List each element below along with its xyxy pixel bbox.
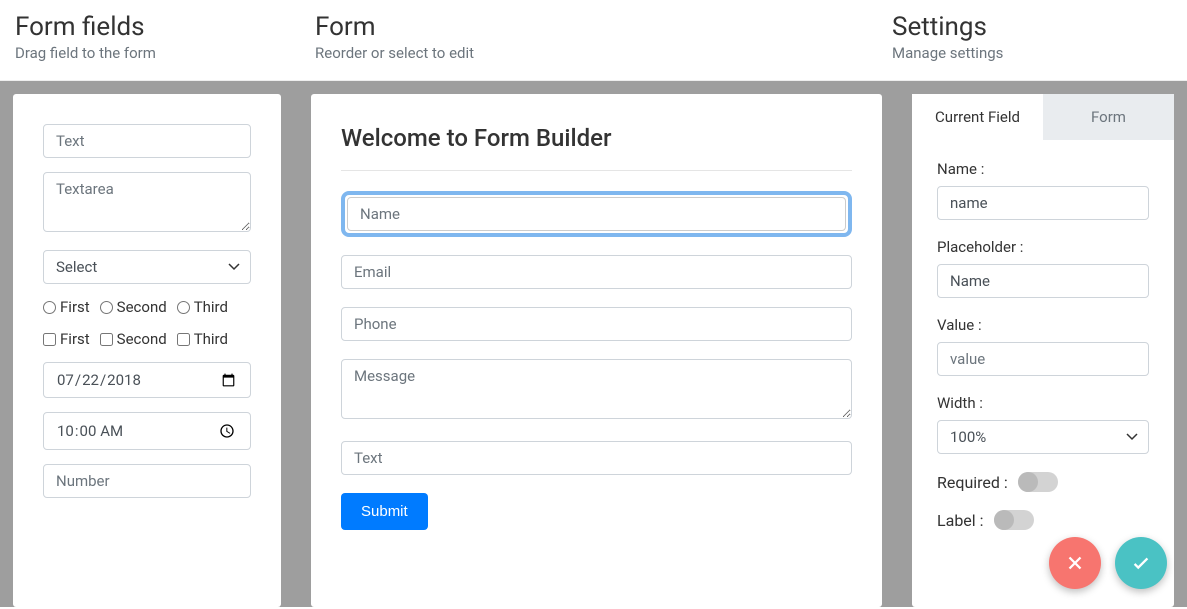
setting-width-select[interactable]: 100%: [937, 420, 1149, 454]
field-palette: Select First Second Third First Second T…: [13, 94, 281, 607]
palette-radio-group[interactable]: First Second Third: [43, 298, 251, 316]
submit-button[interactable]: Submit: [341, 493, 428, 530]
palette-check-1[interactable]: [43, 333, 56, 346]
setting-name-input[interactable]: [937, 186, 1149, 220]
form-field-phone[interactable]: [341, 307, 852, 341]
confirm-button[interactable]: [1115, 537, 1167, 589]
email-input[interactable]: [341, 255, 852, 289]
name-input[interactable]: [347, 197, 846, 231]
tab-current-field[interactable]: Current Field: [912, 94, 1043, 140]
setting-label-label: Label :: [937, 511, 984, 530]
palette-text-field[interactable]: [43, 124, 251, 158]
form-canvas: Welcome to Form Builder Submit: [311, 94, 882, 607]
palette-check-group[interactable]: First Second Third: [43, 330, 251, 348]
setting-required-label: Required :: [937, 473, 1008, 492]
close-icon: [1064, 552, 1086, 574]
form-field-message[interactable]: [341, 359, 852, 423]
settings-header-sub: Manage settings: [892, 44, 1172, 62]
check-icon: [1130, 552, 1152, 574]
setting-value-label: Value :: [937, 316, 1149, 334]
fields-header-title: Form fields: [15, 12, 315, 42]
palette-radio-3[interactable]: [177, 301, 190, 314]
setting-width-label: Width :: [937, 394, 1149, 412]
form-title: Welcome to Form Builder: [341, 124, 852, 152]
setting-name-label: Name :: [937, 160, 1149, 178]
palette-textarea-field[interactable]: [43, 172, 251, 232]
form-header-title: Form: [315, 12, 892, 42]
palette-number-field[interactable]: [43, 464, 251, 498]
form-header-sub: Reorder or select to edit: [315, 44, 892, 62]
fields-header-sub: Drag field to the form: [15, 44, 315, 62]
setting-placeholder-input[interactable]: [937, 264, 1149, 298]
phone-input[interactable]: [341, 307, 852, 341]
tab-form[interactable]: Form: [1043, 94, 1174, 140]
form-field-name[interactable]: [341, 191, 852, 237]
setting-required-toggle[interactable]: [1018, 472, 1058, 492]
palette-radio-1[interactable]: [43, 301, 56, 314]
setting-label-toggle[interactable]: [994, 510, 1034, 530]
form-divider: [341, 170, 852, 171]
setting-placeholder-label: Placeholder :: [937, 238, 1149, 256]
message-input[interactable]: [341, 359, 852, 419]
palette-radio-2[interactable]: [100, 301, 113, 314]
form-field-email[interactable]: [341, 255, 852, 289]
cancel-button[interactable]: [1049, 537, 1101, 589]
settings-panel: Current Field Form Name : Placeholder : …: [912, 94, 1174, 607]
settings-header-title: Settings: [892, 12, 1172, 42]
palette-check-2[interactable]: [100, 333, 113, 346]
text-input[interactable]: [341, 441, 852, 475]
palette-time-field[interactable]: [43, 412, 251, 450]
form-field-text[interactable]: [341, 441, 852, 475]
palette-check-3[interactable]: [177, 333, 190, 346]
setting-value-input[interactable]: [937, 342, 1149, 376]
palette-select-field[interactable]: Select: [43, 250, 251, 284]
palette-date-field[interactable]: [43, 362, 251, 398]
